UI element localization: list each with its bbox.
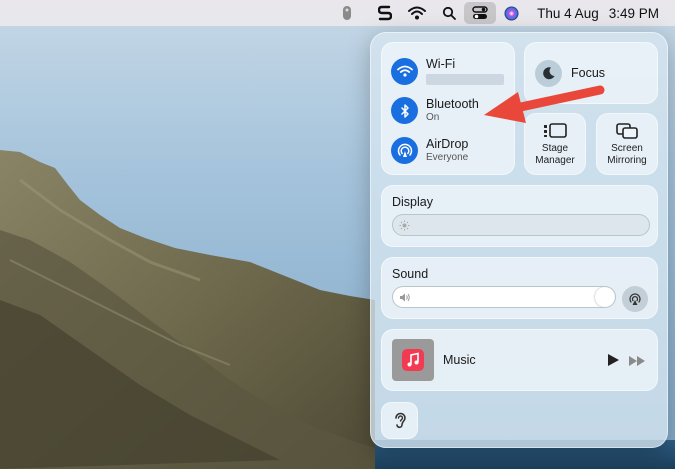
airdrop-title: AirDrop: [426, 137, 469, 151]
siri-icon[interactable]: [496, 2, 527, 24]
music-app-icon: [402, 349, 424, 371]
fast-forward-icon: [629, 356, 645, 366]
screen-mirroring-tile[interactable]: Screen Mirroring: [596, 113, 658, 175]
stage-manager-label-2: Manager: [535, 154, 575, 166]
time-text: 3:49 PM: [608, 5, 659, 21]
search-icon[interactable]: [434, 2, 464, 24]
brightness-slider[interactable]: [392, 214, 650, 236]
menu-bar: Thu 4 Aug 3:49 PM: [0, 0, 675, 26]
shortcut-s-icon[interactable]: [370, 2, 400, 24]
bluetooth-status: On: [426, 112, 440, 123]
sun-icon: [399, 220, 410, 231]
sound-label: Sound: [392, 267, 429, 281]
stage-manager-label-1: Stage: [541, 143, 569, 154]
volume-slider-knob[interactable]: [595, 287, 615, 307]
volume-slider-fill: [393, 287, 615, 307]
volume-slider[interactable]: [392, 286, 616, 308]
speaker-icon: [400, 293, 410, 302]
hearing-tile[interactable]: [381, 402, 418, 439]
play-icon: [608, 354, 619, 366]
bluetooth-toggle[interactable]: Bluetooth On: [391, 97, 479, 124]
screen-mirroring-label-2: Mirroring: [607, 154, 647, 166]
now-playing-tile[interactable]: Music: [381, 329, 658, 391]
airdrop-toggle[interactable]: AirDrop Everyone: [391, 137, 468, 164]
menubar-date[interactable]: Thu 4 Aug: [527, 2, 605, 24]
album-art: [392, 339, 434, 381]
fast-forward-button[interactable]: [628, 354, 646, 372]
remote-icon[interactable]: [334, 2, 360, 24]
bluetooth-title: Bluetooth: [426, 97, 479, 111]
airdrop-icon: [391, 137, 418, 164]
music-label: Music: [443, 353, 476, 367]
display-label: Display: [392, 195, 433, 209]
airdrop-status: Everyone: [426, 152, 469, 163]
screen-mirroring-label-1: Screen: [611, 143, 643, 154]
wifi-toggle-icon: [391, 57, 418, 85]
wifi-title: Wi-Fi: [426, 57, 456, 71]
bluetooth-icon: [391, 97, 418, 124]
wifi-icon[interactable]: [400, 2, 434, 24]
airplay-audio-icon: [629, 293, 641, 305]
menubar-time[interactable]: 3:49 PM: [605, 2, 659, 24]
play-button[interactable]: [606, 353, 620, 372]
screen-mirroring-icon: [616, 123, 638, 139]
annotation-arrow: [484, 85, 605, 123]
display-tile: Display: [381, 185, 658, 247]
ear-icon: [394, 412, 406, 428]
date-text: Thu 4 Aug: [537, 5, 599, 21]
airplay-audio-button[interactable]: [622, 286, 648, 312]
control-center-icon[interactable]: [464, 2, 497, 24]
sound-tile: Sound: [381, 257, 658, 319]
